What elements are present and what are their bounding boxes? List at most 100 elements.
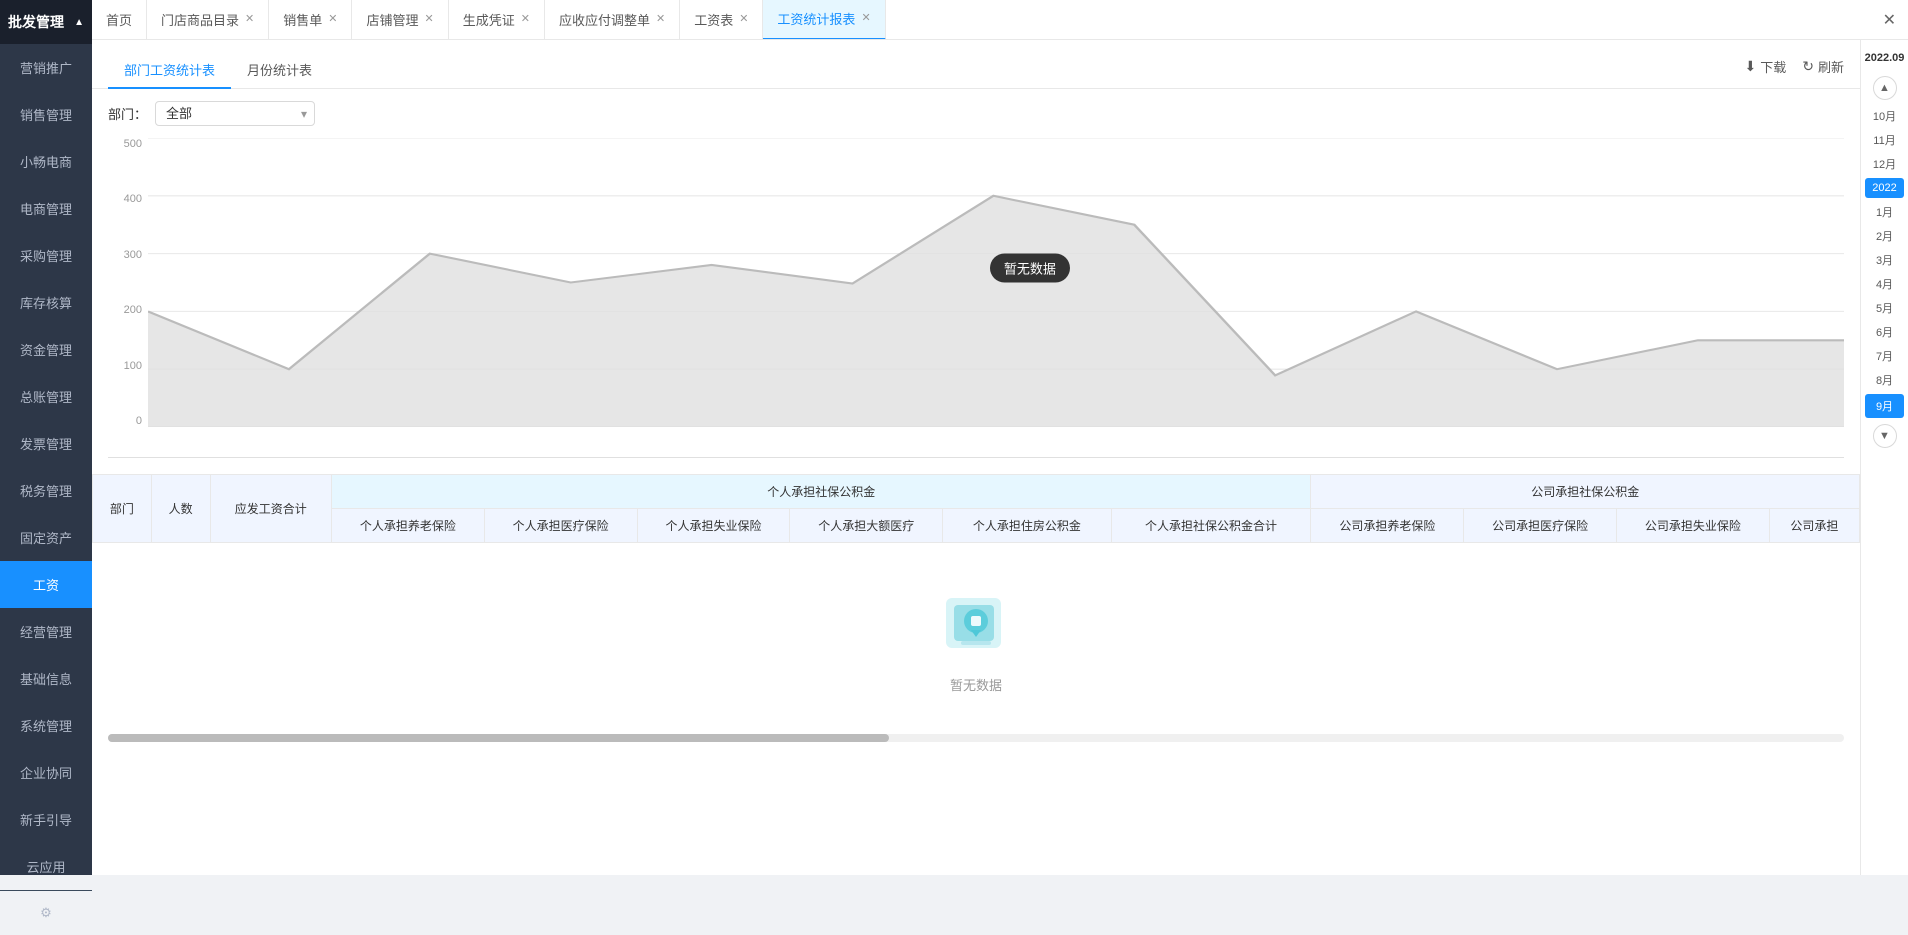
y-label-500: 500 <box>108 138 148 150</box>
chart-svg-wrapper: 暂无数据 <box>148 138 1844 427</box>
y-label-400: 400 <box>108 193 148 205</box>
timeline-month-8[interactable]: 8月 <box>1861 368 1908 392</box>
tab-close-sales-order[interactable]: ✕ <box>328 14 337 25</box>
th-personal-medical: 个人承担医疗保险 <box>484 509 637 543</box>
content-area: 部门工资统计表 月份统计表 ⬇ 下载 ↻ 刷新 <box>92 40 1908 875</box>
timeline-month-7[interactable]: 7月 <box>1861 344 1908 368</box>
tab-close-payroll[interactable]: ✕ <box>739 14 748 25</box>
sidebar-item-finance[interactable]: 资金管理 <box>0 326 92 373</box>
sidebar-item-inventory[interactable]: 库存核算 <box>0 279 92 326</box>
download-button[interactable]: ⬇ 下载 <box>1745 57 1787 76</box>
sidebar-item-invoice[interactable]: 发票管理 <box>0 420 92 467</box>
empty-state-icon <box>936 583 1016 663</box>
tab-sales-order[interactable]: 销售单 ✕ <box>269 0 352 40</box>
th-personal-housing: 个人承担住房公积金 <box>943 509 1111 543</box>
timeline-panel: 2022.09 ▲ 10月 11月 12月 2022 1月 2月 3月 4月 5… <box>1860 40 1908 875</box>
th-dept: 部门 <box>93 475 152 543</box>
timeline-month-6[interactable]: 6月 <box>1861 320 1908 344</box>
tab-ar-ap-adjust[interactable]: 应收应付调整单 ✕ <box>545 0 680 40</box>
sub-tab-bar: 部门工资统计表 月份统计表 ⬇ 下载 ↻ 刷新 <box>92 40 1860 89</box>
subtab-dept-salary[interactable]: 部门工资统计表 <box>108 52 231 89</box>
timeline-up-button[interactable]: ▲ <box>1873 76 1897 100</box>
sidebar-item-ecom[interactable]: 电商管理 <box>0 185 92 232</box>
th-personal-major-medical: 个人承担大额医疗 <box>790 509 943 543</box>
timeline-month-12[interactable]: 12月 <box>1861 152 1908 176</box>
close-all-icon[interactable]: ✕ <box>1883 10 1896 30</box>
scrollbar-thumb[interactable] <box>108 734 889 742</box>
timeline-down-button[interactable]: ▼ <box>1873 424 1897 448</box>
timeline-month-3[interactable]: 3月 <box>1861 248 1908 272</box>
main-area: 首页 门店商品目录 ✕ 销售单 ✕ 店铺管理 ✕ 生成凭证 ✕ 应收应付调整单 … <box>92 0 1908 875</box>
sidebar-title: 批发管理 <box>8 12 64 32</box>
timeline-month-2[interactable]: 2月 <box>1861 224 1908 248</box>
no-data-tooltip: 暂无数据 <box>990 254 1070 283</box>
th-personal-pension: 个人承担养老保险 <box>331 509 484 543</box>
th-personal-unemployment: 个人承担失业保险 <box>637 509 790 543</box>
sidebar-item-assets[interactable]: 固定资产 <box>0 514 92 561</box>
th-company-pension: 公司承担养老保险 <box>1311 509 1464 543</box>
sidebar-item-cloud[interactable]: 云应用 <box>0 843 92 890</box>
tab-bar-close-all[interactable]: ✕ <box>1871 10 1908 30</box>
horizontal-scrollbar[interactable] <box>108 734 1844 742</box>
tab-close-ar-ap-adjust[interactable]: ✕ <box>656 14 665 25</box>
sidebar-item-sales[interactable]: 销售管理 <box>0 91 92 138</box>
sidebar-item-ledger[interactable]: 总账管理 <box>0 373 92 420</box>
sidebar-item-salary[interactable]: 工资 <box>0 561 92 608</box>
sidebar-item-enterprise[interactable]: 企业协同 <box>0 749 92 796</box>
timeline-month-4[interactable]: 4月 <box>1861 272 1908 296</box>
tab-close-generate-voucher[interactable]: ✕ <box>521 14 530 25</box>
timeline-month-10[interactable]: 10月 <box>1861 104 1908 128</box>
subtab-monthly-stats[interactable]: 月份统计表 <box>231 52 328 89</box>
tab-salary-report[interactable]: 工资统计报表 ✕ <box>763 0 885 40</box>
timeline-month-5[interactable]: 5月 <box>1861 296 1908 320</box>
dept-select[interactable]: 全部 <box>155 101 315 126</box>
timeline-month-1[interactable]: 1月 <box>1861 200 1908 224</box>
chart-container: 500 400 300 200 100 0 <box>108 138 1844 458</box>
th-company-unemployment: 公司承担失业保险 <box>1617 509 1770 543</box>
refresh-button[interactable]: ↻ 刷新 <box>1802 57 1844 76</box>
timeline-year-2022[interactable]: 2022 <box>1865 178 1904 198</box>
y-label-200: 200 <box>108 304 148 316</box>
sidebar-item-system[interactable]: 系统管理 <box>0 702 92 749</box>
th-personal-social: 个人承担社保公积金 <box>331 475 1310 509</box>
sidebar-item-operations[interactable]: 经营管理 <box>0 608 92 655</box>
settings-button[interactable]: ⚙ <box>0 890 92 935</box>
th-company-medical: 公司承担医疗保险 <box>1464 509 1617 543</box>
sidebar-item-ecom-small[interactable]: 小畅电商 <box>0 138 92 185</box>
tab-close-salary-report[interactable]: ✕ <box>861 13 870 24</box>
th-company-social: 公司承担社保公积金 <box>1311 475 1860 509</box>
th-company-other: 公司承担 <box>1769 509 1859 543</box>
th-personal-total: 个人承担社保公积金合计 <box>1111 509 1311 543</box>
chart-y-labels: 500 400 300 200 100 0 <box>108 138 148 427</box>
sidebar-arrow-icon: ▲ <box>74 17 84 28</box>
tab-store-mgmt[interactable]: 店铺管理 ✕ <box>352 0 448 40</box>
sidebar-item-guide[interactable]: 新手引导 <box>0 796 92 843</box>
sidebar-item-basic-info[interactable]: 基础信息 <box>0 655 92 702</box>
table-wrapper: 部门 人数 应发工资合计 个人承担社保公积金 公司承担社保公积金 个人承担养老保… <box>92 474 1860 543</box>
timeline-month-9[interactable]: 9月 <box>1865 394 1904 418</box>
toolbar-left: 部门： 全部 <box>108 101 315 126</box>
y-label-300: 300 <box>108 249 148 261</box>
th-total-salary: 应发工资合计 <box>210 475 331 543</box>
tab-bar: 首页 门店商品目录 ✕ 销售单 ✕ 店铺管理 ✕ 生成凭证 ✕ 应收应付调整单 … <box>92 0 1908 40</box>
y-label-0: 0 <box>108 415 148 427</box>
sidebar-item-marketing[interactable]: 营销推广 <box>0 44 92 91</box>
dept-label: 部门： <box>108 104 147 123</box>
timeline-month-11[interactable]: 11月 <box>1861 128 1908 152</box>
chart-area: 500 400 300 200 100 0 <box>92 138 1860 474</box>
tab-close-store-mgmt[interactable]: ✕ <box>425 14 434 25</box>
tab-store-catalog[interactable]: 门店商品目录 ✕ <box>147 0 269 40</box>
download-icon: ⬇ <box>1745 58 1757 75</box>
empty-state-text: 暂无数据 <box>950 675 1002 694</box>
sidebar-header[interactable]: 批发管理 ▲ <box>0 0 92 44</box>
data-table: 部门 人数 应发工资合计 个人承担社保公积金 公司承担社保公积金 个人承担养老保… <box>92 474 1860 543</box>
dept-select-wrapper: 全部 <box>155 101 315 126</box>
y-label-100: 100 <box>108 360 148 372</box>
th-count: 人数 <box>151 475 210 543</box>
tab-home[interactable]: 首页 <box>92 0 147 40</box>
tab-payroll[interactable]: 工资表 ✕ <box>680 0 763 40</box>
tab-close-store-catalog[interactable]: ✕ <box>245 14 254 25</box>
tab-generate-voucher[interactable]: 生成凭证 ✕ <box>449 0 545 40</box>
sidebar-item-purchase[interactable]: 采购管理 <box>0 232 92 279</box>
sidebar-item-tax[interactable]: 税务管理 <box>0 467 92 514</box>
